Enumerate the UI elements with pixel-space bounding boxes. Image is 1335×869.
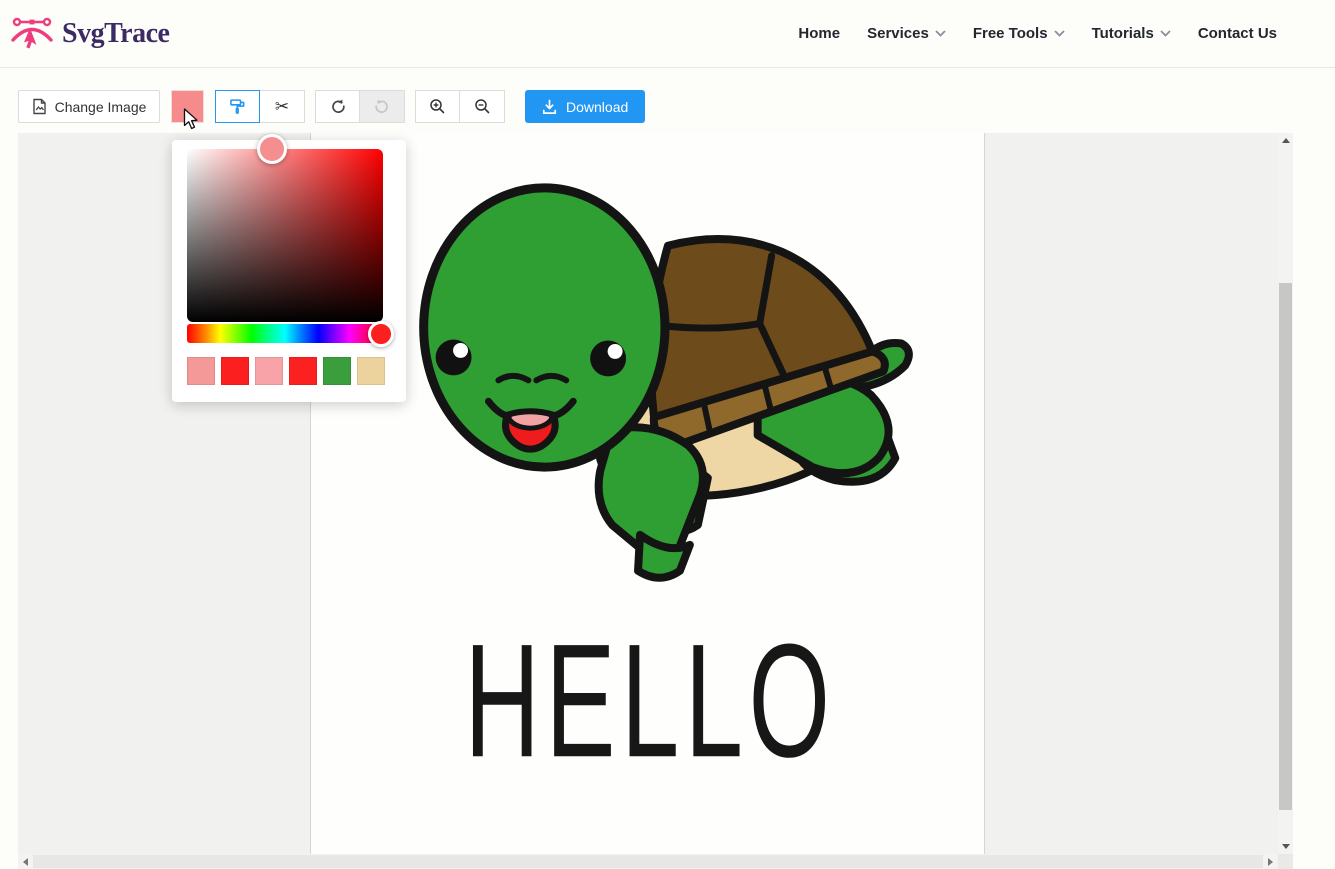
- nav-services[interactable]: Services: [867, 25, 946, 42]
- editor-toolbar: Change Image ✂ Download: [18, 90, 646, 123]
- zoom-group: [415, 90, 505, 123]
- change-image-button[interactable]: Change Image: [18, 90, 160, 123]
- saturation-handle[interactable]: [257, 134, 287, 164]
- magnifier-plus-icon: [430, 99, 445, 114]
- artboard[interactable]: HELLO: [310, 133, 985, 854]
- chevron-down-icon: [1053, 30, 1065, 37]
- color-picker-popup: [172, 134, 406, 402]
- color-swatch[interactable]: [289, 357, 317, 385]
- redo-icon: [375, 99, 388, 113]
- saturation-area[interactable]: [187, 149, 383, 322]
- zoom-out-button[interactable]: [460, 90, 505, 123]
- brand-logo[interactable]: SvgTrace: [10, 16, 170, 52]
- color-swatch[interactable]: [323, 357, 351, 385]
- color-swatch[interactable]: [255, 357, 283, 385]
- nav-tutorials[interactable]: Tutorials: [1092, 25, 1171, 42]
- redo-button[interactable]: [360, 90, 405, 123]
- color-swatch[interactable]: [187, 357, 215, 385]
- chevron-down-icon: [935, 30, 946, 37]
- magnifier-minus-icon: [474, 99, 489, 114]
- artwork-text-group: HELLO: [464, 610, 835, 790]
- undo-icon: [331, 99, 345, 113]
- nav-contact-us[interactable]: Contact Us: [1198, 25, 1277, 42]
- scroll-down-arrow[interactable]: [1282, 844, 1290, 849]
- horizontal-scroll-thumb[interactable]: [33, 855, 1263, 868]
- bezier-trace-icon: [11, 17, 53, 48]
- vertical-scroll-thumb[interactable]: [1279, 283, 1292, 810]
- fill-tool-button[interactable]: [215, 90, 260, 123]
- zoom-in-button[interactable]: [415, 90, 460, 123]
- download-button[interactable]: Download: [525, 90, 646, 123]
- header: SvgTrace Home Services Free Tools Tutori…: [0, 0, 1335, 68]
- active-color-swatch[interactable]: [171, 90, 204, 123]
- toolbar-zone: Change Image ✂ Download: [0, 69, 1335, 133]
- color-swatch[interactable]: [221, 357, 249, 385]
- scroll-up-arrow[interactable]: [1282, 138, 1290, 143]
- brand-name: SvgTrace: [62, 17, 170, 49]
- horizontal-scrollbar[interactable]: [18, 854, 1278, 869]
- nav-free-tools[interactable]: Free Tools: [973, 25, 1065, 42]
- hue-slider[interactable]: [187, 324, 383, 343]
- scissors-icon: ✂: [274, 97, 290, 116]
- undo-button[interactable]: [315, 90, 360, 123]
- main-nav: Home Services Free Tools Tutorials Conta…: [798, 25, 1277, 42]
- tool-group: ✂: [215, 90, 305, 123]
- scrollbar-corner: [1278, 854, 1293, 869]
- file-image-icon: [32, 98, 46, 115]
- turtle-artwork: HELLO: [419, 183, 913, 791]
- artwork-text: HELLO: [464, 610, 835, 790]
- history-group: [315, 90, 405, 123]
- scroll-right-arrow[interactable]: [1268, 858, 1273, 866]
- scroll-left-arrow[interactable]: [23, 858, 28, 866]
- download-icon: [542, 99, 557, 114]
- chevron-down-icon: [1160, 30, 1171, 37]
- swatch-row: [187, 357, 385, 385]
- nav-home[interactable]: Home: [798, 25, 840, 42]
- paint-roller-icon: [230, 99, 245, 114]
- hue-handle[interactable]: [368, 321, 394, 347]
- color-swatch[interactable]: [357, 357, 385, 385]
- cut-tool-button[interactable]: ✂: [260, 90, 305, 123]
